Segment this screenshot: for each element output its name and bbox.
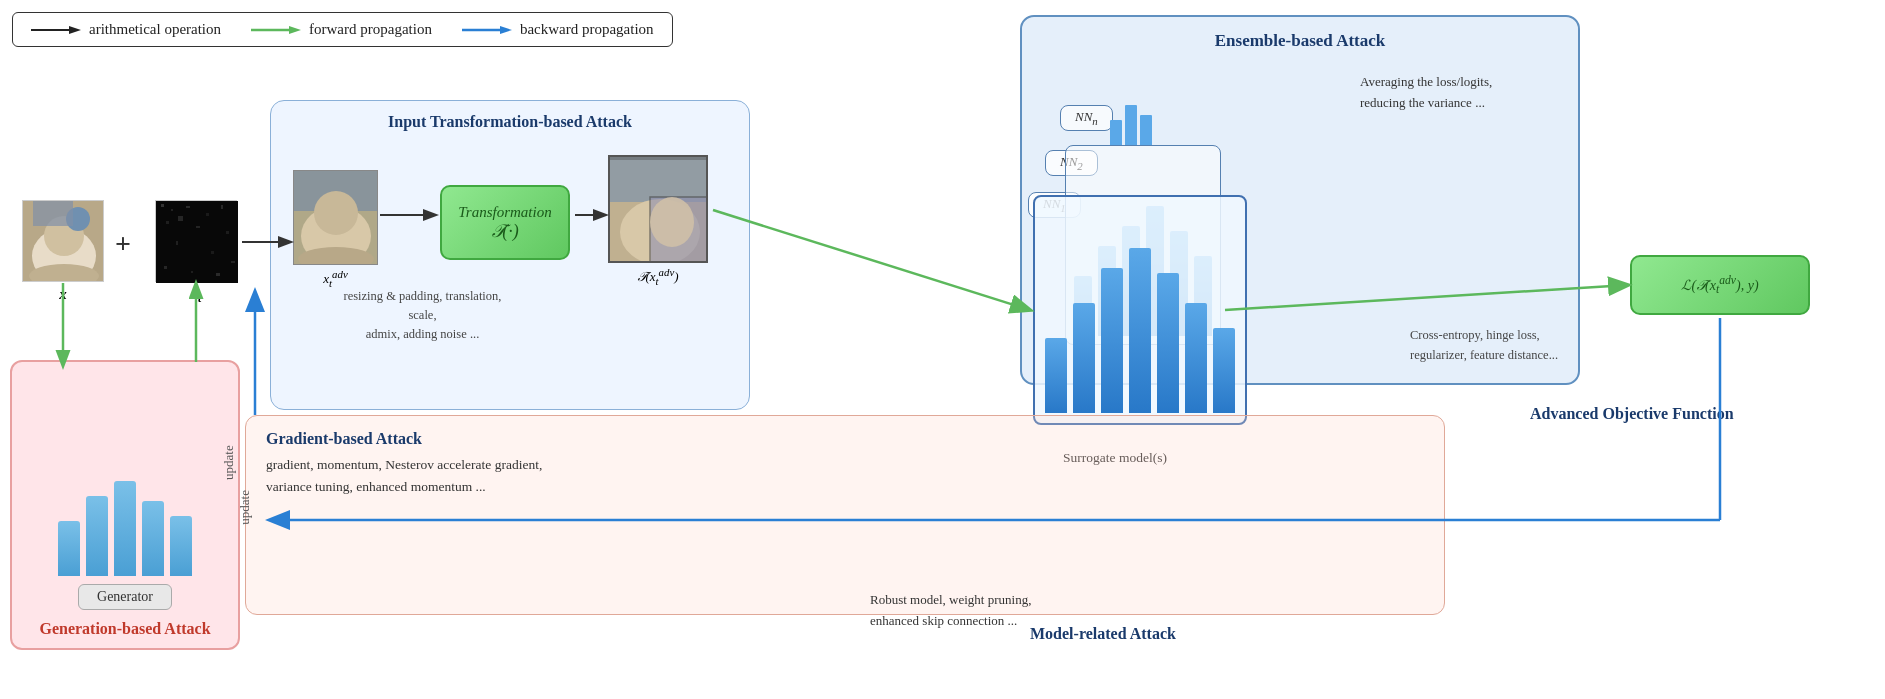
svg-rect-14 [171,209,173,211]
dog-image [22,200,104,282]
plus-sign: + [115,228,131,260]
surr-bar-f4 [1129,248,1151,413]
svg-marker-1 [69,26,81,34]
transform-line2: 𝒯(·) [491,221,519,242]
advanced-objective-title: Advanced Objective Function [1530,405,1734,423]
noise-image [155,200,237,282]
dog-illustration [23,201,104,282]
svg-line-44 [713,210,1030,310]
model-attack-title: Model-related Attack [1030,625,1176,643]
surr-bar-f3 [1101,268,1123,413]
svg-rect-20 [226,231,229,234]
loss-function-box: ℒ(𝒯(xtadv), y) [1630,255,1810,315]
cross-entropy-text: Cross-entropy, hinge loss,regularizer, f… [1410,325,1610,365]
legend-forward-label: forward propagation [309,21,432,38]
legend-backward-label: backward propagation [520,21,654,38]
gen-bar-2 [86,496,108,576]
adv-dog-container: xtadv [293,170,378,289]
transformed-image [608,155,708,263]
gen-bar-4 [142,501,164,576]
ensemble-title: Ensemble-based Attack [1036,31,1564,51]
gen-bar-3 [114,481,136,576]
svg-marker-3 [289,26,301,34]
gradient-text: gradient, momentum, Nesterov accelerate … [266,454,1424,497]
svg-rect-10 [33,201,73,226]
input-transform-title: Input Transformation-based Attack [283,113,737,131]
generation-attack-title: Generation-based Attack [39,620,210,638]
delta-label: δt [191,286,201,305]
blue-arrow-icon [462,23,512,37]
black-arrow-icon [31,23,81,37]
svg-rect-21 [176,241,178,245]
surr-bar-f7 [1213,328,1235,413]
legend-arithmetical: arithmetical operation [31,21,221,38]
gradient-attack-box: Gradient-based Attack gradient, momentum… [245,415,1445,615]
surr-bar-f5 [1157,273,1179,413]
surr-bar-f2 [1073,303,1095,413]
ensemble-mini-bars [1110,105,1152,145]
generation-attack-box: Generator Generation-based Attack [10,360,240,650]
svg-rect-22 [211,251,214,254]
svg-rect-13 [161,204,164,207]
mini-bar-1 [1110,120,1122,145]
svg-rect-25 [191,271,193,273]
transform-line1: Transformation [458,204,551,221]
gradient-title: Gradient-based Attack [266,430,1424,448]
transformation-box: Transformation 𝒯(·) [440,185,570,260]
transformed-illustration [610,157,708,263]
nn-n-box: NNn [1060,105,1113,131]
transformed-image-container: 𝒯(xtadv) [608,155,708,287]
surr-bar-f1 [1045,338,1067,413]
mini-bar-3 [1140,115,1152,145]
x-adv-label: xtadv [323,268,347,289]
legend-backward: backward propagation [462,21,654,38]
svg-rect-12 [156,201,238,283]
svg-rect-15 [186,206,190,208]
svg-rect-23 [231,261,235,263]
svg-marker-5 [500,26,512,34]
svg-rect-16 [206,213,209,216]
svg-rect-27 [178,216,183,221]
x-label: x [59,286,67,303]
svg-point-31 [314,191,358,235]
svg-rect-26 [216,273,220,276]
legend-arithmetical-label: arithmetical operation [89,21,221,38]
svg-rect-34 [610,157,708,202]
gen-bar-5 [170,516,192,576]
adv-dog-illustration [294,171,378,265]
noise-image-container: δt [155,200,237,305]
generator-bars [58,466,192,576]
adv-dog-image [293,170,378,265]
generator-label: Generator [78,584,172,610]
mini-bar-2 [1125,105,1137,145]
resize-text: resizing & padding, translation, scale,a… [340,287,505,343]
dog-image-container: x [22,200,104,303]
noise-illustration [156,201,238,283]
svg-rect-24 [164,266,167,269]
gen-bar-1 [58,521,80,576]
svg-point-37 [650,197,694,247]
legend-forward: forward propagation [251,21,432,38]
svg-rect-17 [221,205,223,209]
diagram-container: arithmetical operation forward propagati… [0,0,1885,699]
ensemble-description: Averaging the loss/logits,reducing the v… [1360,72,1560,114]
svg-rect-19 [196,226,200,228]
t-x-adv-label: 𝒯(xtadv) [637,266,678,287]
svg-rect-38 [610,157,708,160]
loss-function-label: ℒ(𝒯(xtadv), y) [1681,274,1758,296]
surrogate-bars-front [1033,195,1247,425]
green-arrow-icon [251,23,301,37]
legend-box: arithmetical operation forward propagati… [12,12,673,47]
update-label: update [237,490,253,525]
surr-bar-f6 [1185,303,1207,413]
svg-rect-18 [166,221,169,224]
nn-n-label: NNn [1060,105,1113,131]
